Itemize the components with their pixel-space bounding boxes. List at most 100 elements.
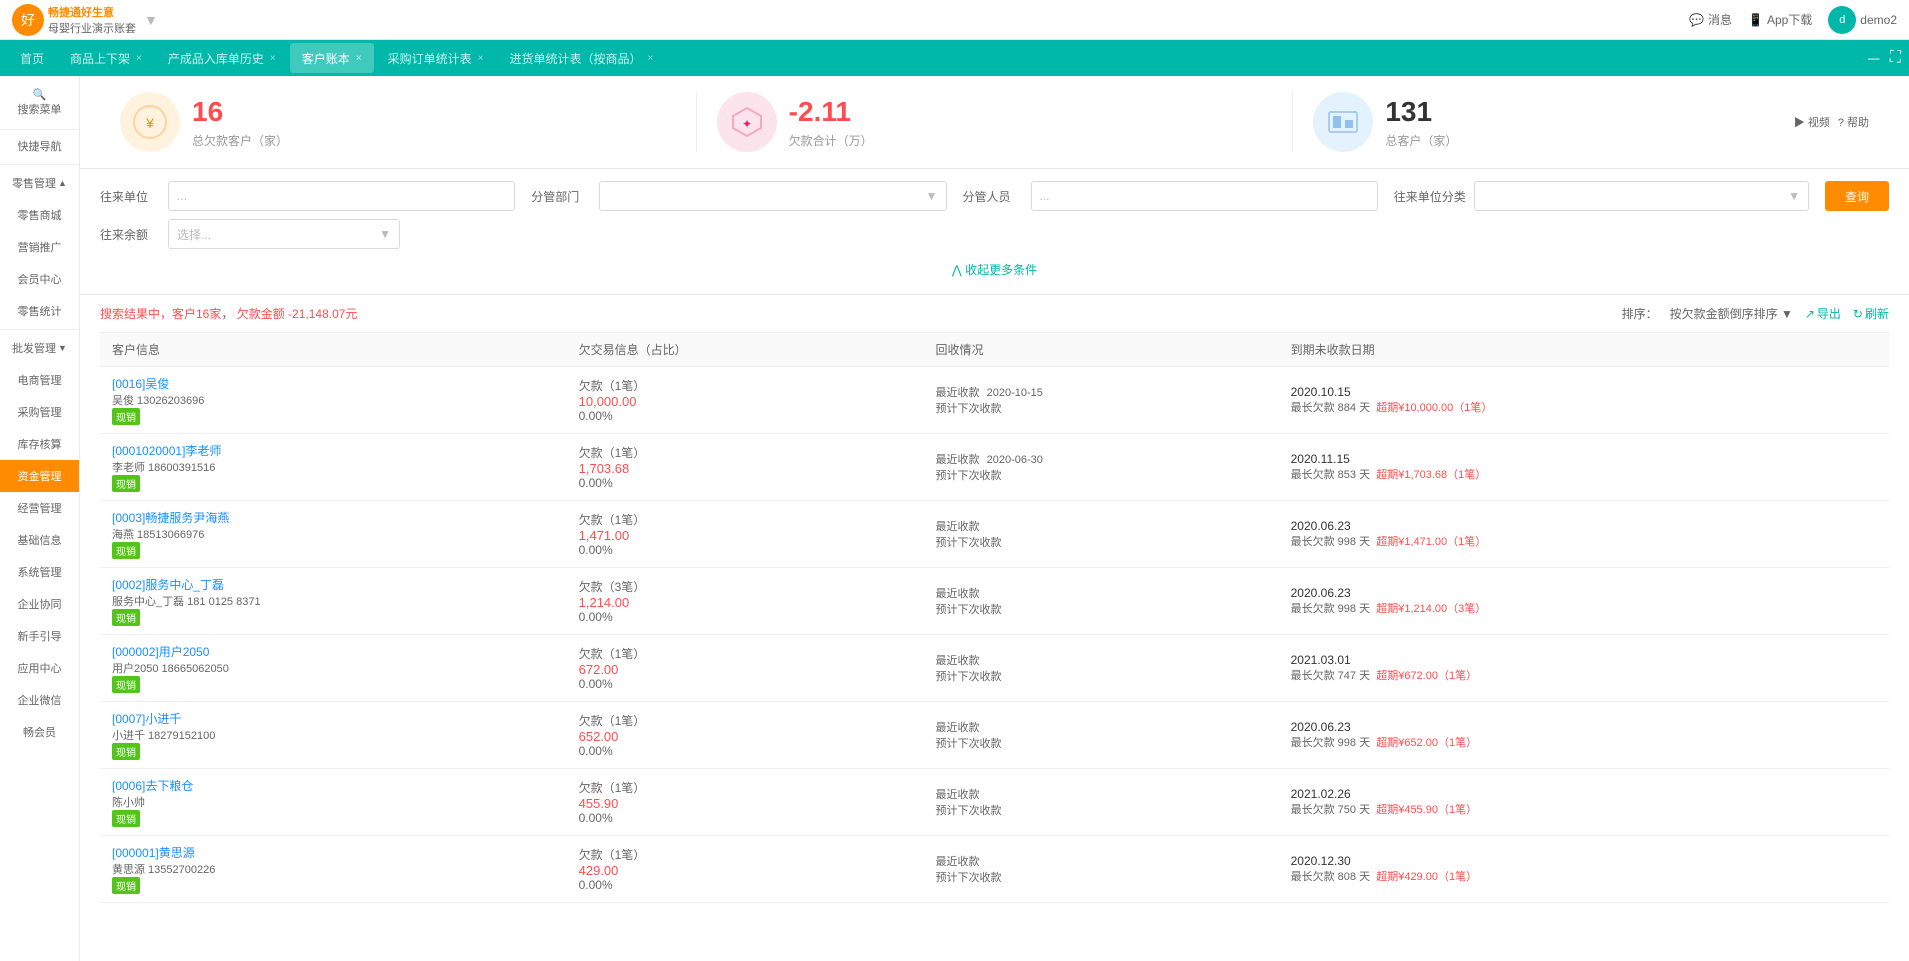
debt-count-2: 欠款（1笔） <box>579 511 912 528</box>
customer-tag-3: 现销 <box>112 609 140 626</box>
debt-amount-5: 652.00 <box>579 729 912 744</box>
stat-icon-total: ✦ <box>717 92 777 152</box>
dept-label: 分管部门 <box>531 188 591 205</box>
close-tab-purchase-stat[interactable]: × <box>647 53 653 64</box>
balance-select[interactable]: 选择... ▼ <box>168 219 400 249</box>
sidebar-divider-2 <box>0 329 79 330</box>
stat-label-debt: 总欠款客户（家） <box>192 132 676 149</box>
debt-amount-7: 429.00 <box>579 863 912 878</box>
sidebar-item-system[interactable]: 系统管理 <box>0 556 79 588</box>
sidebar-item-apps[interactable]: 应用中心 <box>0 652 79 684</box>
sidebar-item-retail-stat[interactable]: 零售统计 <box>0 295 79 327</box>
debt-count-0: 欠款（1笔） <box>579 377 912 394</box>
cell-collect-2: 最近收款 预计下次收款 <box>924 501 1279 568</box>
sidebar-item-quick-nav[interactable]: 快捷导航 <box>0 130 79 162</box>
refresh-btn[interactable]: ↻ 刷新 <box>1853 305 1889 322</box>
sidebar-item-purchase[interactable]: 采购管理 <box>0 396 79 428</box>
close-tab-purchase-order[interactable]: × <box>478 53 484 64</box>
unit-category-label: 往来单位分类 <box>1394 188 1466 205</box>
overdue-days-5: 最长欠款 998 天 超期¥652.00（1笔） <box>1291 734 1877 750</box>
last-collect-label-2: 最近收款 <box>936 518 1267 534</box>
unit-category-select[interactable]: ▼ <box>1474 181 1809 211</box>
sidebar-item-vip[interactable]: 畅会员 <box>0 716 79 748</box>
sidebar-item-ecommerce[interactable]: 电商管理 <box>0 364 79 396</box>
table-actions: 排序： 按欠款金额倒序排序 ▼ ↗ 导出 ↻ 刷新 <box>1622 305 1889 322</box>
tab-product-history[interactable]: 产成品入库单历史 × <box>156 43 288 73</box>
customer-name-link-1[interactable]: [0001020001]李老师 <box>112 444 221 458</box>
due-date-2: 2020.06.23 <box>1291 519 1877 533</box>
overdue-amount-link-1[interactable]: 超期¥1,703.68（1笔） <box>1376 469 1486 481</box>
tab-product-off[interactable]: 商品上下架 × <box>58 43 154 73</box>
col-customer-info: 客户信息 <box>100 333 567 367</box>
dept-select[interactable]: ▼ <box>599 181 946 211</box>
sidebar-item-batch-mgmt[interactable]: 批发管理 ▼ <box>0 332 79 364</box>
due-date-0: 2020.10.15 <box>1291 385 1877 399</box>
debt-amount-1: 1,703.68 <box>579 461 912 476</box>
sidebar-item-inventory[interactable]: 库存核算 <box>0 428 79 460</box>
overdue-amount-link-5[interactable]: 超期¥652.00（1笔） <box>1376 737 1477 749</box>
sidebar-item-retail-mgmt[interactable]: 零售管理 ▲ <box>0 167 79 199</box>
sidebar-item-guide[interactable]: 新手引导 <box>0 620 79 652</box>
unit-cat-dropdown-icon: ▼ <box>1788 189 1800 203</box>
phone-icon: 📱 <box>1748 13 1763 27</box>
overdue-amount-link-4[interactable]: 超期¥672.00（1笔） <box>1376 670 1477 682</box>
table-stats: 搜索结果中，客户16家， 欠款金额 -21,148.07元 <box>100 305 357 322</box>
message-btn[interactable]: 💬 消息 <box>1689 11 1732 28</box>
customer-name-link-2[interactable]: [0003]畅捷服务尹海燕 <box>112 511 229 525</box>
logo-icon: 好 <box>12 4 44 36</box>
minimize-btn[interactable]: － <box>1866 46 1882 70</box>
close-tab-customer-account[interactable]: × <box>356 53 362 64</box>
help-btn[interactable]: ? 帮助 <box>1838 114 1869 130</box>
sidebar-item-retail-mall[interactable]: 零售商城 <box>0 199 79 231</box>
search-menu-btn[interactable]: 🔍 搜索菜单 <box>4 84 75 121</box>
tab-purchase-stat[interactable]: 进货单统计表（按商品） × <box>497 43 665 73</box>
export-btn[interactable]: ↗ 导出 <box>1805 305 1841 322</box>
sidebar-item-capital[interactable]: 资金管理 <box>0 460 79 492</box>
sidebar: 🔍 搜索菜单 快捷导航 零售管理 ▲ 零售商城 营销推广 会员中心 零售统计 批… <box>0 76 80 961</box>
collapse-filter-btn[interactable]: ⋀ 收起更多条件 <box>100 257 1889 282</box>
person-input[interactable]: ... <box>1031 181 1378 211</box>
customer-phone-1: 李老师 18600391516 <box>112 462 215 474</box>
sidebar-item-ops[interactable]: 经营管理 <box>0 492 79 524</box>
tab-customer-account[interactable]: 客户账本 × <box>290 43 374 73</box>
view-video-btn[interactable]: ▶ 视频 <box>1794 114 1830 130</box>
cell-debt-1: 欠款（1笔） 1,703.68 0.00% <box>567 434 924 501</box>
last-collect-label-7: 最近收款 <box>936 853 1267 869</box>
debt-count-6: 欠款（1笔） <box>579 779 912 796</box>
overdue-amount-link-7[interactable]: 超期¥429.00（1笔） <box>1376 871 1477 883</box>
customer-name-link-5[interactable]: [0007]小进千 <box>112 712 181 726</box>
close-tab-product-off[interactable]: × <box>136 53 142 64</box>
sidebar-item-marketing[interactable]: 营销推广 <box>0 231 79 263</box>
store-dropdown-icon[interactable]: ▼ <box>144 12 158 28</box>
overdue-amount-link-6[interactable]: 超期¥455.90（1笔） <box>1376 804 1477 816</box>
maximize-btn[interactable]: ⛶ <box>1890 49 1901 67</box>
cell-collect-3: 最近收款 预计下次收款 <box>924 568 1279 635</box>
customer-name-link-3[interactable]: [0002]服务中心_丁磊 <box>112 578 224 592</box>
tab-purchase-order[interactable]: 采购订单统计表 × <box>376 43 496 73</box>
cell-due-6: 2021.02.26 最长欠款 750 天 超期¥455.90（1笔） <box>1279 769 1889 836</box>
overdue-amount-link-3[interactable]: 超期¥1,214.00（3笔） <box>1376 603 1486 615</box>
source-unit-input[interactable]: ... <box>168 181 515 211</box>
last-collect-label-1: 最近收款 2020-06-30 <box>936 451 1267 467</box>
tab-home[interactable]: 首页 <box>8 43 56 73</box>
sidebar-item-enterprise[interactable]: 企业协同 <box>0 588 79 620</box>
customer-name-link-0[interactable]: [0016]吴俊 <box>112 377 169 391</box>
sort-select[interactable]: 按欠款金额倒序排序 ▼ <box>1670 305 1793 322</box>
last-collect-label-6: 最近收款 <box>936 786 1267 802</box>
query-button[interactable]: 查询 <box>1825 181 1889 211</box>
overdue-amount-link-2[interactable]: 超期¥1,471.00（1笔） <box>1376 536 1486 548</box>
customer-name-link-7[interactable]: [000001]黄思源 <box>112 846 195 860</box>
user-avatar-area[interactable]: d demo2 <box>1828 6 1897 34</box>
customer-name-link-6[interactable]: [0006]去下粮仓 <box>112 779 193 793</box>
sidebar-item-basic[interactable]: 基础信息 <box>0 524 79 556</box>
overdue-amount-link-0[interactable]: 超期¥10,000.00（1笔） <box>1376 402 1492 414</box>
overdue-days-7: 最长欠款 808 天 超期¥429.00（1笔） <box>1291 868 1877 884</box>
customer-name-link-4[interactable]: [000002]用户2050 <box>112 645 209 659</box>
sidebar-item-member[interactable]: 会员中心 <box>0 263 79 295</box>
app-download-btn[interactable]: 📱 App下载 <box>1748 11 1812 28</box>
overdue-days-3: 最长欠款 998 天 超期¥1,214.00（3笔） <box>1291 600 1877 616</box>
due-date-6: 2021.02.26 <box>1291 787 1877 801</box>
sidebar-item-wechat[interactable]: 企业微信 <box>0 684 79 716</box>
close-tab-product-history[interactable]: × <box>270 53 276 64</box>
debt-pct-0: 0.00% <box>579 409 912 423</box>
